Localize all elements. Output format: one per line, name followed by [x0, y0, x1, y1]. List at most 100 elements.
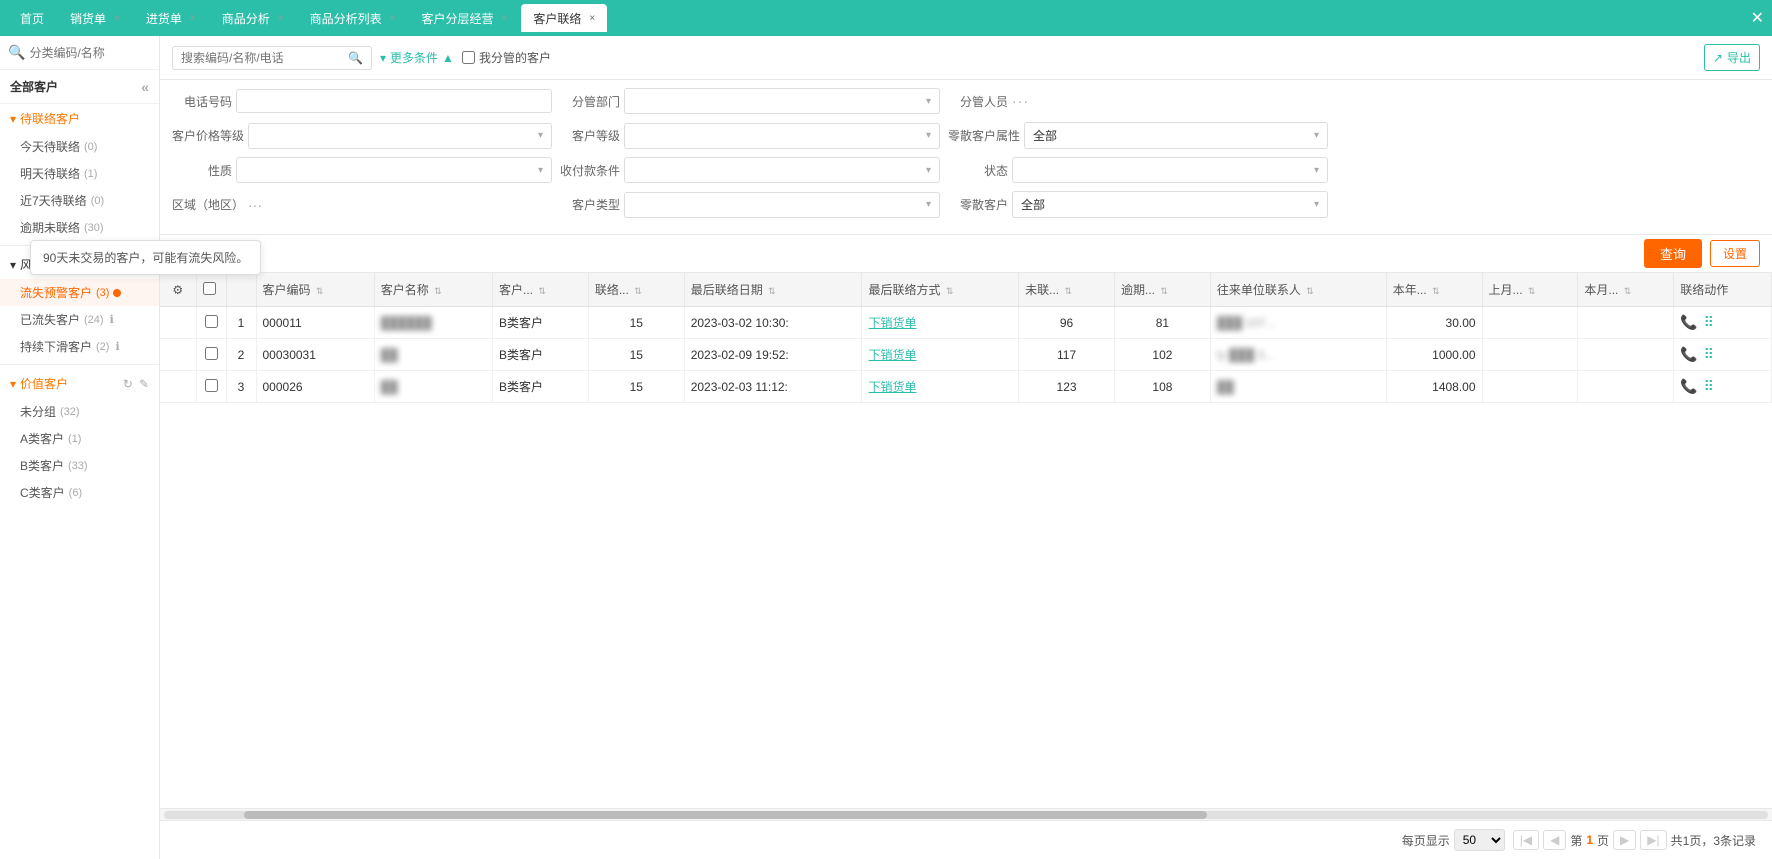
filter-nature-arrow: ▾ [538, 165, 543, 176]
col-name[interactable]: 客户名称 ⇅ [374, 273, 492, 307]
sidebar-group-pending[interactable]: ▾ 待联络客户 [0, 104, 159, 133]
export-button[interactable]: ↗ 导出 [1704, 44, 1760, 71]
filter-customer-type-select[interactable]: ▾ [624, 192, 940, 218]
more-conditions-btn[interactable]: ▾ 更多条件 ▲ [380, 49, 454, 66]
row-checkbox-2[interactable] [196, 371, 226, 403]
tab-customer-segment-close[interactable]: × [501, 13, 507, 24]
sidebar-item-a-class[interactable]: A类客户 (1) [0, 425, 159, 452]
search-input[interactable] [181, 51, 344, 65]
sidebar-item-ungroup-label: 未分组 [20, 403, 56, 420]
first-page-btn[interactable]: |◀ [1513, 830, 1539, 850]
col-last-date[interactable]: 最后联络日期 ⇅ [684, 273, 862, 307]
col-overdue[interactable]: 逾期... ⇅ [1114, 273, 1210, 307]
per-page-select[interactable]: 50 100 200 [1454, 829, 1505, 851]
select-all-checkbox[interactable] [203, 282, 216, 295]
tab-purchase[interactable]: 进货单 × [134, 4, 208, 32]
col-not-contacted[interactable]: 未联... ⇅ [1019, 273, 1115, 307]
col-this-year[interactable]: 本年... ⇅ [1386, 273, 1482, 307]
tab-customer-contact-close[interactable]: × [589, 13, 595, 24]
col-code[interactable]: 客户编码 ⇅ [256, 273, 374, 307]
col-unit-contact[interactable]: 往来单位联系人 ⇅ [1210, 273, 1386, 307]
sidebar-group-value[interactable]: ▾ 价值客户 ↻ ✎ [0, 369, 159, 398]
filter-phone-input[interactable] [236, 89, 552, 113]
action-more-icon-2[interactable]: ⠿ [1704, 378, 1714, 395]
tab-sales-close[interactable]: × [114, 13, 120, 24]
tab-purchase-close[interactable]: × [190, 13, 196, 24]
sidebar-item-churn-warning[interactable]: 流失预警客户 (3) [0, 279, 159, 306]
col-contact[interactable]: 联络... ⇅ [588, 273, 684, 307]
sidebar-item-b-class[interactable]: B类客户 (33) [0, 452, 159, 479]
sidebar-item-churned[interactable]: 已流失客户 (24) ℹ [0, 306, 159, 333]
tab-analysis-list[interactable]: 商品分析列表 × [298, 4, 408, 32]
search-field[interactable]: 🔍 [172, 46, 372, 70]
row-checkbox-0[interactable] [196, 307, 226, 339]
tab-customer-contact[interactable]: 客户联络 × [521, 4, 607, 32]
sidebar-collapse-icon[interactable]: « [141, 79, 149, 95]
tab-home[interactable]: 首页 [8, 4, 56, 32]
col-last-method[interactable]: 最后联络方式 ⇅ [862, 273, 1019, 307]
row-last-method-0[interactable]: 下销货单 [862, 307, 1019, 339]
col-this-month[interactable]: 本月... ⇅ [1578, 273, 1674, 307]
sidebar-search-input[interactable] [29, 46, 160, 60]
my-customers-checkbox[interactable]: 我分管的客户 [462, 49, 551, 66]
action-phone-icon-0[interactable]: 📞 [1680, 314, 1697, 331]
scroll-thumb[interactable] [244, 811, 1206, 819]
row-contact-2: 15 [588, 371, 684, 403]
sidebar-item-ungroup[interactable]: 未分组 (32) [0, 398, 159, 425]
row-checkbox-1[interactable] [196, 339, 226, 371]
prev-page-btn[interactable]: ◀ [1543, 830, 1566, 850]
settings-button[interactable]: 设置 [1710, 240, 1760, 267]
filter-payment-select[interactable]: ▾ [624, 157, 940, 183]
filter-retail-customer-select[interactable]: 全部 ▾ [1012, 191, 1328, 218]
sidebar-item-today-contact[interactable]: 今天待联络 (0) [0, 133, 159, 160]
refresh-icon[interactable]: ↻ [123, 377, 133, 391]
sidebar-item-c-class[interactable]: C类客户 (6) [0, 479, 159, 506]
col-last-month[interactable]: 上月... ⇅ [1482, 273, 1578, 307]
my-customers-check[interactable] [462, 51, 475, 64]
tab-customer-segment[interactable]: 客户分层经营 × [409, 4, 519, 32]
filter-dept-select[interactable]: ▾ [624, 88, 940, 114]
filter-price-level-select[interactable]: ▾ [248, 123, 552, 149]
row-last-method-1[interactable]: 下销货单 [862, 339, 1019, 371]
tab-sales[interactable]: 销货单 × [58, 4, 132, 32]
sidebar-item-tomorrow-contact[interactable]: 明天待联络 (1) [0, 160, 159, 187]
tab-analysis-list-close[interactable]: × [390, 13, 396, 24]
col-type[interactable]: 客户... ⇅ [493, 273, 589, 307]
edit-icon[interactable]: ✎ [139, 377, 149, 391]
tab-analysis[interactable]: 商品分析 × [210, 4, 296, 32]
filter-manager-dots[interactable]: ··· [1012, 93, 1029, 109]
last-page-btn[interactable]: ▶| [1640, 830, 1666, 850]
next-page-btn[interactable]: ▶ [1613, 830, 1636, 850]
row-no-0: 1 [226, 307, 256, 339]
query-button[interactable]: 查询 [1644, 239, 1702, 268]
row-last-method-2[interactable]: 下销货单 [862, 371, 1019, 403]
horizontal-scrollbar[interactable] [160, 808, 1772, 820]
filter-search-icon[interactable]: 🔍 [348, 51, 363, 65]
sidebar-item-declining[interactable]: 持续下滑客户 (2) ℹ [0, 333, 159, 360]
filter-retail-attr-select[interactable]: 全部 ▾ [1024, 122, 1328, 149]
scroll-track[interactable] [164, 811, 1768, 819]
filter-nature-select[interactable]: ▾ [236, 157, 552, 183]
sidebar-all-customers-header[interactable]: 全部客户 « [0, 70, 159, 104]
sidebar-item-overdue-contact[interactable]: 逾期未联络 (30) [0, 214, 159, 241]
tab-analysis-close[interactable]: × [278, 13, 284, 24]
action-phone-icon-1[interactable]: 📞 [1680, 346, 1697, 363]
row-action-2[interactable]: 📞 ⠿ [1674, 371, 1772, 403]
filter-region-dots[interactable]: ··· [248, 197, 262, 213]
filter-customer-level-select[interactable]: ▾ [624, 123, 940, 149]
sidebar-group-pending-label: 待联络客户 [20, 110, 80, 127]
action-phone-icon-2[interactable]: 📞 [1680, 378, 1697, 395]
all-customers-label: 全部客户 [10, 78, 58, 95]
filter-retail-attr-value: 全部 [1033, 127, 1057, 144]
filter-status-select[interactable]: ▾ [1012, 157, 1328, 183]
col-gear[interactable]: ⚙ [160, 273, 196, 307]
row-action-1[interactable]: 📞 ⠿ [1674, 339, 1772, 371]
action-more-icon-0[interactable]: ⠿ [1704, 314, 1714, 331]
sidebar-item-week-contact[interactable]: 近7天待联络 (0) [0, 187, 159, 214]
tooltip-text: 90天未交易的客户，可能有流失风险。 [43, 251, 160, 265]
row-action-0[interactable]: 📞 ⠿ [1674, 307, 1772, 339]
tab-close-all[interactable]: ✕ [1751, 8, 1764, 28]
col-checkbox[interactable] [196, 273, 226, 307]
row-this-year-1: 1000.00 [1386, 339, 1482, 371]
action-more-icon-1[interactable]: ⠿ [1704, 346, 1714, 363]
